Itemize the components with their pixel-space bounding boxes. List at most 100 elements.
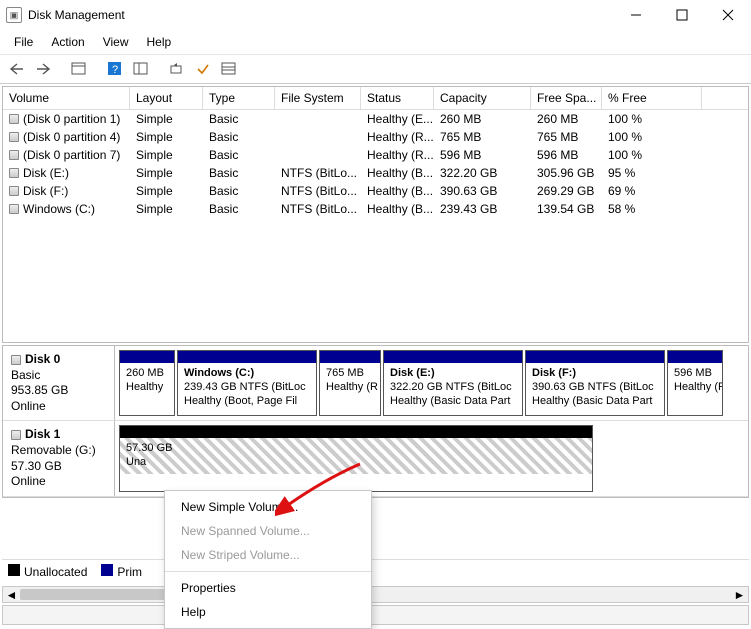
table-row[interactable]: Windows (C:)SimpleBasicNTFS (BitLo...Hea… [3, 200, 748, 218]
scroll-right-icon[interactable]: ► [731, 587, 748, 602]
disk-icon [11, 430, 21, 440]
table-row[interactable]: Disk (E:)SimpleBasicNTFS (BitLo...Health… [3, 164, 748, 182]
context-menu-item[interactable]: New Simple Volume... [165, 495, 371, 519]
cell-status: Healthy (R... [361, 146, 434, 164]
disk-partitions: 260 MB Healthy Windows (C:) 239.43 GB NT… [115, 346, 748, 420]
close-button[interactable] [705, 0, 751, 30]
horizontal-scrollbar[interactable]: ◄ ► [2, 586, 749, 603]
help-icon[interactable]: ? [103, 58, 127, 80]
partition[interactable]: Disk (E:) 322.20 GB NTFS (BitLoc Healthy… [383, 350, 523, 416]
col-filesystem[interactable]: File System [275, 87, 361, 109]
menu-help[interactable]: Help [139, 32, 180, 52]
disk-info[interactable]: Disk 1 Removable (G:) 57.30 GB Online [3, 421, 115, 495]
partition-strip [120, 426, 592, 438]
col-capacity[interactable]: Capacity [434, 87, 531, 109]
scroll-left-icon[interactable]: ◄ [3, 587, 20, 602]
partition[interactable]: Windows (C:) 239.43 GB NTFS (BitLoc Heal… [177, 350, 317, 416]
partition-strip [320, 351, 380, 363]
disk-type: Removable (G:) [11, 443, 106, 459]
table-row[interactable]: (Disk 0 partition 4)SimpleBasicHealthy (… [3, 128, 748, 146]
context-menu-item[interactable]: Properties [165, 576, 371, 600]
partition-line2: Healthy (R [326, 381, 374, 395]
partition[interactable]: 260 MB Healthy [119, 350, 175, 416]
back-button[interactable] [5, 58, 29, 80]
cell-status: Healthy (B... [361, 164, 434, 182]
cell-type: Basic [203, 146, 275, 164]
minimize-button[interactable] [613, 0, 659, 30]
toolbar-panel-icon[interactable] [129, 58, 153, 80]
cell-capacity: 322.20 GB [434, 164, 531, 182]
cell-fs [275, 110, 361, 128]
volume-icon [9, 114, 19, 124]
toolbar: ? [0, 55, 751, 84]
disk-icon [11, 355, 21, 365]
cell-volume: (Disk 0 partition 1) [23, 112, 120, 126]
volume-table-body[interactable]: (Disk 0 partition 1)SimpleBasicHealthy (… [3, 110, 748, 342]
cell-fs: NTFS (BitLo... [275, 200, 361, 218]
table-row[interactable]: Disk (F:)SimpleBasicNTFS (BitLo...Health… [3, 182, 748, 200]
partition-line1: 260 MB [126, 367, 168, 381]
context-menu-item[interactable]: Help [165, 600, 371, 624]
cell-status: Healthy (R... [361, 128, 434, 146]
partition-line2: Healthy (Basic Data Part [532, 395, 658, 409]
partition-strip [384, 351, 522, 363]
cell-layout: Simple [130, 128, 203, 146]
disk-graphical-area: Disk 0 Basic 953.85 GB Online 260 MB Hea… [2, 345, 749, 498]
partition-line1: 57.30 GB [126, 442, 586, 456]
partition-strip [120, 351, 174, 363]
forward-button[interactable] [31, 58, 55, 80]
partition-unallocated[interactable]: 57.30 GB Una [119, 425, 593, 491]
title-bar: ▣ Disk Management [0, 0, 751, 30]
maximize-button[interactable] [659, 0, 705, 30]
disk-size: 953.85 GB [11, 383, 106, 399]
menu-file[interactable]: File [6, 32, 41, 52]
volume-table-header: Volume Layout Type File System Status Ca… [3, 87, 748, 110]
col-status[interactable]: Status [361, 87, 434, 109]
toolbar-refresh-icon[interactable] [165, 58, 189, 80]
toolbar-check-icon[interactable] [191, 58, 215, 80]
partition-line1: 596 MB [674, 367, 716, 381]
col-free[interactable]: Free Spa... [531, 87, 602, 109]
cell-free: 139.54 GB [531, 200, 602, 218]
disk-size: 57.30 GB [11, 459, 106, 475]
cell-volume: (Disk 0 partition 4) [23, 130, 120, 144]
cell-status: Healthy (B... [361, 200, 434, 218]
col-volume[interactable]: Volume [3, 87, 130, 109]
menu-action[interactable]: Action [43, 32, 92, 52]
disk-status: Online [11, 474, 106, 490]
toolbar-list-icon[interactable] [217, 58, 241, 80]
cell-volume: (Disk 0 partition 7) [23, 148, 120, 162]
cell-type: Basic [203, 182, 275, 200]
cell-free: 305.96 GB [531, 164, 602, 182]
partition-strip [526, 351, 664, 363]
col-layout[interactable]: Layout [130, 87, 203, 109]
partition-line2: Healthy (Basic Data Part [390, 395, 516, 409]
col-type[interactable]: Type [203, 87, 275, 109]
partition-line2: Healthy [126, 381, 168, 395]
cell-layout: Simple [130, 182, 203, 200]
disk-row: Disk 1 Removable (G:) 57.30 GB Online 57… [3, 421, 748, 496]
partition-line2: Healthy (Boot, Page Fil [184, 395, 310, 409]
partition-line2: Una [126, 456, 586, 470]
partition[interactable]: 765 MB Healthy (R [319, 350, 381, 416]
cell-fs: NTFS (BitLo... [275, 182, 361, 200]
partition-strip [668, 351, 722, 363]
cell-fs [275, 128, 361, 146]
disk-info[interactable]: Disk 0 Basic 953.85 GB Online [3, 346, 115, 420]
partition[interactable]: 596 MB Healthy (R [667, 350, 723, 416]
menu-view[interactable]: View [95, 32, 137, 52]
table-row[interactable]: (Disk 0 partition 1)SimpleBasicHealthy (… [3, 110, 748, 128]
cell-pct: 100 % [602, 110, 702, 128]
legend-swatch-unallocated [8, 564, 20, 576]
cell-free: 260 MB [531, 110, 602, 128]
partition-line2: Healthy (R [674, 381, 716, 395]
partition[interactable]: Disk (F:) 390.63 GB NTFS (BitLoc Healthy… [525, 350, 665, 416]
toolbar-view-icon[interactable] [67, 58, 91, 80]
cell-capacity: 260 MB [434, 110, 531, 128]
cell-volume: Windows (C:) [23, 202, 95, 216]
table-row[interactable]: (Disk 0 partition 7)SimpleBasicHealthy (… [3, 146, 748, 164]
col-pctfree[interactable]: % Free [602, 87, 702, 109]
context-menu-item: New Striped Volume... [165, 543, 371, 567]
cell-capacity: 390.63 GB [434, 182, 531, 200]
partition-strip [178, 351, 316, 363]
